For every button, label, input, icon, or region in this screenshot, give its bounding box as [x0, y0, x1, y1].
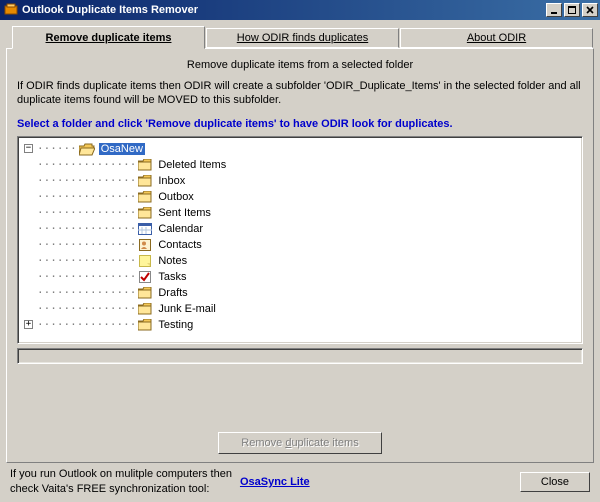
- tab-label: Remove duplicate items: [46, 32, 172, 44]
- osasync-link[interactable]: OsaSync Lite: [240, 476, 310, 488]
- tree-spacer: [24, 160, 33, 169]
- tree-spacer: [24, 272, 33, 281]
- tree-connector: ···············: [37, 286, 136, 299]
- tree-item[interactable]: ··············· Notes: [24, 253, 576, 269]
- tab-label: About ODIR: [467, 32, 526, 44]
- tree-item-label: Testing: [158, 319, 193, 331]
- folder-icon: [138, 175, 152, 187]
- calendar-icon: [138, 223, 152, 235]
- tree-item-label: Tasks: [158, 271, 186, 283]
- tree-spacer: [24, 176, 33, 185]
- folder-icon: [138, 159, 152, 171]
- btn-text-pre: Remove: [241, 437, 285, 449]
- tree-item[interactable]: + ··············· Testing: [24, 317, 576, 333]
- tree-item[interactable]: ··············· Contacts: [24, 237, 576, 253]
- tab-remove-duplicates[interactable]: Remove duplicate items: [12, 26, 205, 49]
- tree-item[interactable]: ··············· Deleted Items: [24, 157, 576, 173]
- tab-about-odir[interactable]: About ODIR: [400, 28, 593, 48]
- footer-line1: If you run Outlook on mulitple computers…: [10, 468, 232, 480]
- tree-item-label: Notes: [158, 255, 187, 267]
- folder-icon: [138, 319, 152, 331]
- btn-text-post: uplicate items: [291, 437, 358, 449]
- folder-icon: [138, 303, 152, 315]
- tree-connector: ···············: [37, 270, 136, 283]
- window-title: Outlook Duplicate Items Remover: [22, 4, 198, 16]
- tree-item-label: Deleted Items: [158, 159, 226, 171]
- tree-connector: ···············: [37, 302, 136, 315]
- maximize-button[interactable]: [564, 3, 580, 17]
- expand-icon[interactable]: +: [24, 320, 33, 329]
- tab-label: How ODIR finds duplicates: [237, 32, 368, 44]
- footer-note: If you run Outlook on mulitple computers…: [10, 467, 232, 496]
- tree-item-label: Drafts: [158, 287, 187, 299]
- tree-connector: ···············: [37, 174, 136, 187]
- app-icon: [4, 3, 18, 17]
- tree-root-label: OsaNew: [99, 143, 145, 155]
- collapse-icon[interactable]: −: [24, 144, 33, 153]
- close-window-button[interactable]: [582, 3, 598, 17]
- tree-connector: ···············: [37, 318, 136, 331]
- tree-spacer: [24, 192, 33, 201]
- tree-item-label: Sent Items: [158, 207, 211, 219]
- tree-status-bar: [17, 348, 583, 364]
- tree-connector: ···············: [37, 206, 136, 219]
- footer: If you run Outlook on mulitple computers…: [6, 463, 594, 498]
- footer-line2: check Vaita's FREE synchronization tool:: [10, 483, 209, 495]
- tasks-icon: [138, 271, 152, 283]
- tree-item-label: Contacts: [158, 239, 201, 251]
- tree-item[interactable]: ··············· Outbox: [24, 189, 576, 205]
- tab-strip: Remove duplicate items How ODIR finds du…: [12, 26, 594, 48]
- notes-icon: [138, 255, 152, 267]
- tree-spacer: [24, 288, 33, 297]
- tab-how-odir-finds[interactable]: How ODIR finds duplicates: [206, 28, 399, 48]
- tree-connector: ···············: [37, 158, 136, 171]
- panel-subtitle: Remove duplicate items from a selected f…: [17, 59, 583, 71]
- tree-root[interactable]: −······ OsaNew: [24, 141, 576, 157]
- tree-item[interactable]: ··············· Inbox: [24, 173, 576, 189]
- tree-connector: ···············: [37, 254, 136, 267]
- tree-connector: ···············: [37, 222, 136, 235]
- tree-spacer: [24, 304, 33, 313]
- tree-item[interactable]: ··············· Drafts: [24, 285, 576, 301]
- tree-item[interactable]: ··············· Junk E-mail: [24, 301, 576, 317]
- remove-duplicates-button[interactable]: Remove duplicate items: [218, 432, 381, 454]
- panel-explain: If ODIR finds duplicate items then ODIR …: [17, 79, 583, 108]
- tree-spacer: [24, 256, 33, 265]
- tree-item-label: Calendar: [158, 223, 203, 235]
- tree-connector: ···············: [37, 238, 136, 251]
- folder-tree[interactable]: −······ OsaNew ··············· Deleted Item…: [17, 136, 583, 344]
- tree-item[interactable]: ··············· Sent Items: [24, 205, 576, 221]
- tree-spacer: [24, 240, 33, 249]
- tree-connector: ···············: [37, 190, 136, 203]
- folder-open-icon: [79, 143, 93, 155]
- tree-item[interactable]: ··············· Calendar: [24, 221, 576, 237]
- titlebar: Outlook Duplicate Items Remover: [0, 0, 600, 20]
- tree-connector: ······: [37, 142, 77, 155]
- client-area: Remove duplicate items How ODIR finds du…: [0, 20, 600, 502]
- tree-item-label: Outbox: [158, 191, 193, 203]
- folder-icon: [138, 287, 152, 299]
- panel-instruction: Select a folder and click 'Remove duplic…: [17, 118, 583, 130]
- tree-spacer: [24, 224, 33, 233]
- minimize-button[interactable]: [546, 3, 562, 17]
- main-panel: Remove duplicate items from a selected f…: [6, 48, 594, 463]
- tree-item-label: Junk E-mail: [158, 303, 215, 315]
- tree-item[interactable]: ··············· Tasks: [24, 269, 576, 285]
- folder-icon: [138, 207, 152, 219]
- tree-item-label: Inbox: [158, 175, 185, 187]
- contacts-icon: [138, 239, 152, 251]
- tree-spacer: [24, 208, 33, 217]
- folder-icon: [138, 191, 152, 203]
- close-button[interactable]: Close: [520, 472, 590, 492]
